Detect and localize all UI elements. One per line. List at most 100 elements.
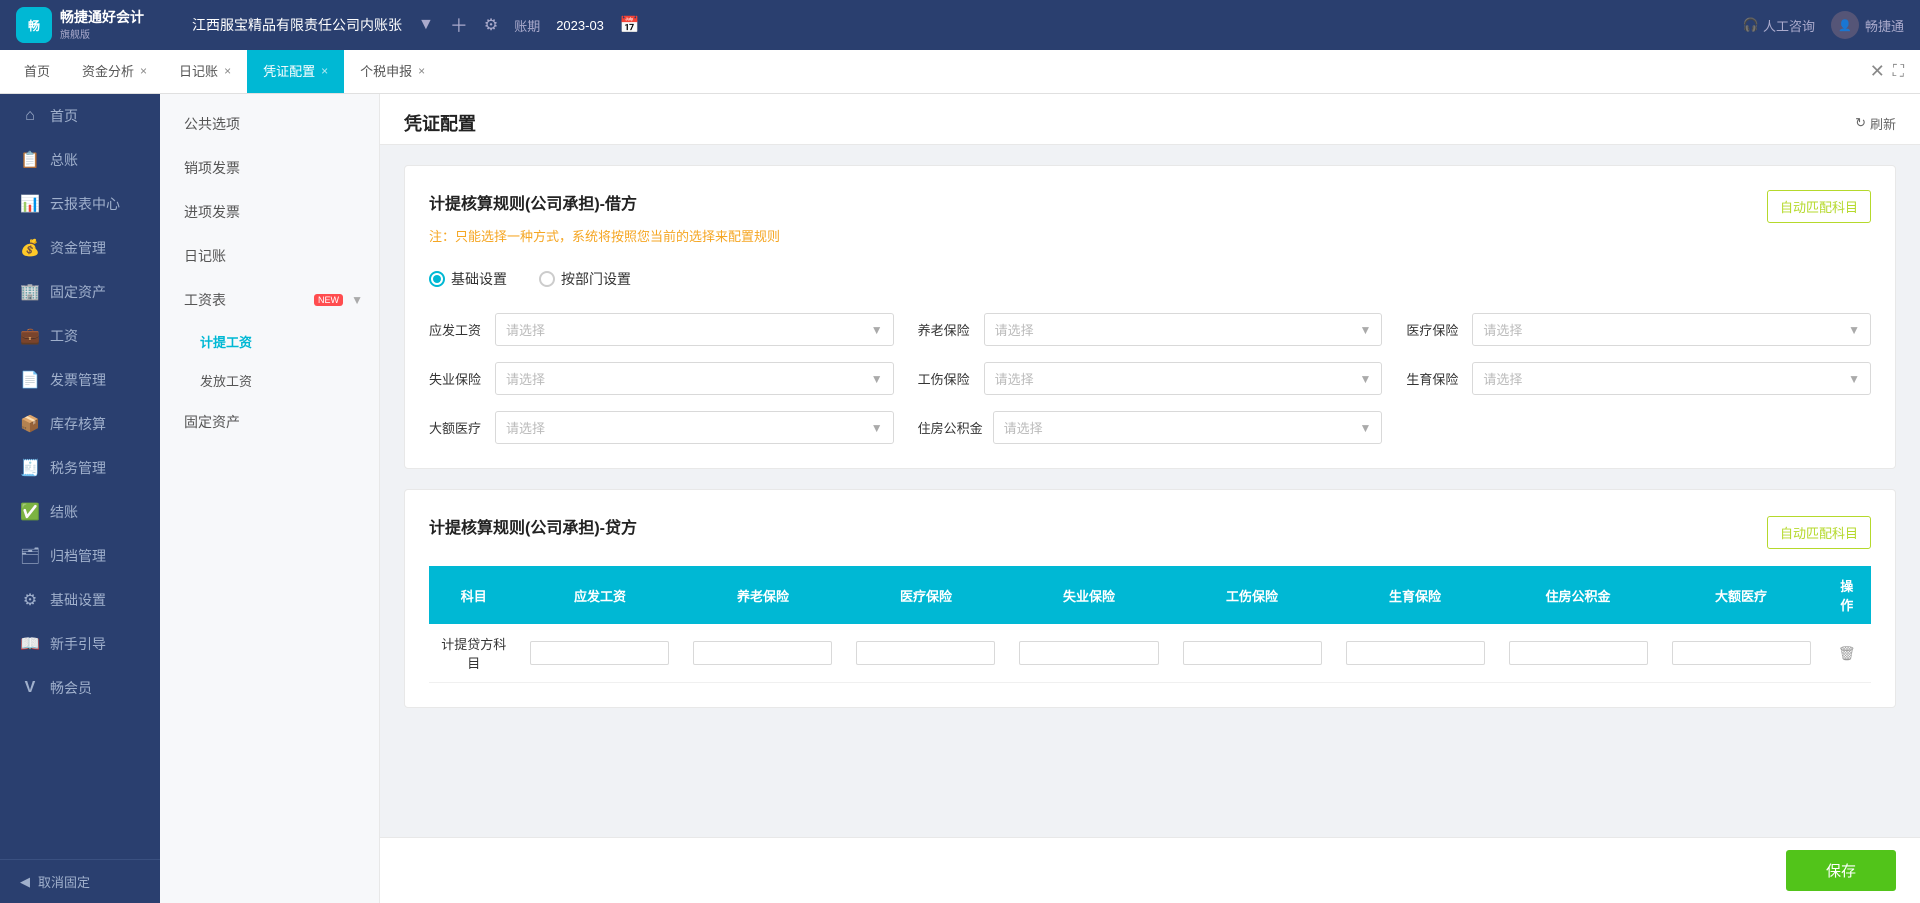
sub-nav-public[interactable]: 公共选项: [160, 102, 379, 146]
radio-basic[interactable]: 基础设置: [429, 269, 507, 289]
tab-finance-close[interactable]: ×: [140, 64, 147, 78]
sidebar-item-capital[interactable]: 💰 资金管理: [0, 226, 160, 270]
guide-icon: 📖: [20, 634, 40, 654]
input-zfgjj[interactable]: [1509, 641, 1648, 665]
select-sybx[interactable]: 请选择 ▼: [495, 362, 894, 395]
tab-tax[interactable]: 个税申报 ×: [344, 50, 441, 93]
calendar-icon[interactable]: 📅: [620, 15, 640, 35]
debit-auto-match-button[interactable]: 自动匹配科目: [1767, 190, 1871, 223]
input-yfgz[interactable]: [530, 641, 669, 665]
sidebar-label-vip: 畅会员: [50, 678, 92, 698]
main-layout: ⌂ 首页 📋 总账 📊 云报表中心 💰 资金管理 🏢 固定资产 💼 工资 📄 发…: [0, 94, 1920, 903]
settings-icon[interactable]: ⚙: [484, 15, 498, 35]
debit-form-grid: 应发工资 请选择 ▼ 养老保险 请选择 ▼: [429, 313, 1871, 444]
tab-home-label: 首页: [24, 61, 50, 80]
input-ylbx2[interactable]: [856, 641, 995, 665]
input-sybx[interactable]: [1019, 641, 1158, 665]
period-value: 2023-03: [556, 18, 604, 33]
select-deyly[interactable]: 请选择 ▼: [495, 411, 894, 444]
sidebar-item-settings[interactable]: ⚙ 基础设置: [0, 578, 160, 622]
page-title: 凭证配置: [404, 110, 476, 136]
sub-nav-pay-salary[interactable]: 发放工资: [160, 361, 379, 400]
tab-finance[interactable]: 资金分析 ×: [66, 50, 163, 93]
company-dropdown-icon[interactable]: ▼: [418, 16, 434, 34]
select-gsbx[interactable]: 请选择 ▼: [984, 362, 1383, 395]
credit-auto-match-button[interactable]: 自动匹配科目: [1767, 516, 1871, 549]
radio-basic-btn[interactable]: [429, 271, 445, 287]
sidebar-item-assets[interactable]: 🏢 固定资产: [0, 270, 160, 314]
input-gsbx[interactable]: [1183, 641, 1322, 665]
select-zfgjj[interactable]: 请选择 ▼: [993, 411, 1383, 444]
sidebar-item-inventory[interactable]: 📦 库存核算: [0, 402, 160, 446]
new-badge: NEW: [314, 294, 343, 306]
select-zfgjj-placeholder: 请选择: [1004, 418, 1043, 437]
sidebar-item-archive[interactable]: 🗂 归档管理: [0, 534, 160, 578]
cancel-fixed-button[interactable]: ◀ 取消固定: [0, 859, 160, 903]
sidebar-label-archive: 归档管理: [50, 546, 106, 566]
tax-icon: 🧾: [20, 458, 40, 478]
input-sybx2[interactable]: [1346, 641, 1485, 665]
sidebar-label-settings: 基础设置: [50, 590, 106, 610]
service-button[interactable]: 🎧 人工咨询: [1743, 16, 1815, 35]
company-name: 江西服宝精品有限责任公司内账张: [192, 15, 402, 35]
sub-nav-salary-table[interactable]: 工资表 NEW ▼: [160, 278, 379, 322]
td-zfgjj: [1497, 624, 1660, 683]
sidebar-item-reports[interactable]: 📊 云报表中心: [0, 182, 160, 226]
radio-dept-btn[interactable]: [539, 271, 555, 287]
sidebar-item-salary[interactable]: 💼 工资: [0, 314, 160, 358]
tab-home[interactable]: 首页: [8, 50, 66, 93]
panel-body: 计提核算规则(公司承担)-借方 注：只能选择一种方式，系统将按照您当前的选择来配…: [380, 145, 1920, 837]
select-sybx2[interactable]: 请选择 ▼: [1472, 362, 1871, 395]
input-ylbx[interactable]: [693, 641, 832, 665]
sidebar-item-invoice[interactable]: 📄 发票管理: [0, 358, 160, 402]
tab-journal-close[interactable]: ×: [224, 64, 231, 78]
select-ylbx[interactable]: 请选择 ▼: [984, 313, 1383, 346]
sidebar-item-tax[interactable]: 🧾 税务管理: [0, 446, 160, 490]
sidebar-label-guide: 新手引导: [50, 634, 106, 654]
td-ylbx: [681, 624, 844, 683]
sidebar-item-settle[interactable]: ✅ 结账: [0, 490, 160, 534]
radio-dept[interactable]: 按部门设置: [539, 269, 631, 289]
sub-nav-sales[interactable]: 销项发票: [160, 146, 379, 190]
settle-icon: ✅: [20, 502, 40, 522]
logo-text-area: 畅捷通好会计 旗舰版: [60, 9, 144, 41]
logo-abbr: 畅: [28, 17, 40, 34]
sidebar-item-vip[interactable]: V 畅会员: [0, 666, 160, 710]
refresh-button[interactable]: ↻ 刷新: [1855, 114, 1896, 133]
tab-bar: 首页 资金分析 × 日记账 × 凭证配置 × 个税申报 × ✕ ⛶: [0, 50, 1920, 94]
sidebar-item-guide[interactable]: 📖 新手引导: [0, 622, 160, 666]
app-name: 畅捷通好会计: [60, 9, 144, 26]
tab-voucher-label: 凭证配置: [263, 61, 315, 80]
sub-nav-purchase-label: 进项发票: [184, 204, 240, 220]
tab-voucher-close[interactable]: ×: [321, 64, 328, 78]
sub-nav-journal[interactable]: 日记账: [160, 234, 379, 278]
tab-journal[interactable]: 日记账 ×: [163, 50, 247, 93]
label-zfgjj: 住房公积金: [918, 418, 983, 437]
select-ylbx2[interactable]: 请选择 ▼: [1472, 313, 1871, 346]
select-zfgjj-arrow: ▼: [1359, 421, 1371, 435]
select-yfgz[interactable]: 请选择 ▼: [495, 313, 894, 346]
expand-icon[interactable]: ⛶: [1893, 63, 1904, 81]
th-gsbx: 工伤保险: [1171, 566, 1334, 624]
tab-tax-close[interactable]: ×: [418, 64, 425, 78]
sidebar-item-ledger[interactable]: 📋 总账: [0, 138, 160, 182]
save-label: 保存: [1826, 863, 1856, 880]
sidebar-label-ledger: 总账: [50, 150, 78, 170]
add-icon[interactable]: ＋: [450, 12, 468, 38]
sidebar-label-reports: 云报表中心: [50, 194, 120, 214]
tab-voucher[interactable]: 凭证配置 ×: [247, 50, 344, 93]
close-tab-icon[interactable]: ✕: [1870, 61, 1885, 82]
debit-section: 计提核算规则(公司承担)-借方 注：只能选择一种方式，系统将按照您当前的选择来配…: [404, 165, 1896, 469]
select-yfgz-arrow: ▼: [871, 323, 883, 337]
sidebar-item-home[interactable]: ⌂ 首页: [0, 94, 160, 138]
salary-icon: 💼: [20, 326, 40, 346]
input-deyly[interactable]: [1672, 641, 1811, 665]
debit-section-title-area: 计提核算规则(公司承担)-借方 注：只能选择一种方式，系统将按照您当前的选择来配…: [429, 190, 780, 261]
sub-nav-calc-salary[interactable]: 计提工资: [160, 322, 379, 361]
td-deyly: [1660, 624, 1823, 683]
sub-nav-fixed-assets[interactable]: 固定资产: [160, 400, 379, 444]
sub-nav-purchase[interactable]: 进项发票: [160, 190, 379, 234]
save-button[interactable]: 保存: [1786, 850, 1896, 891]
delete-row-icon[interactable]: 🗑: [1838, 645, 1856, 661]
form-item-sybx2: 生育保险 请选择 ▼: [1406, 362, 1871, 395]
